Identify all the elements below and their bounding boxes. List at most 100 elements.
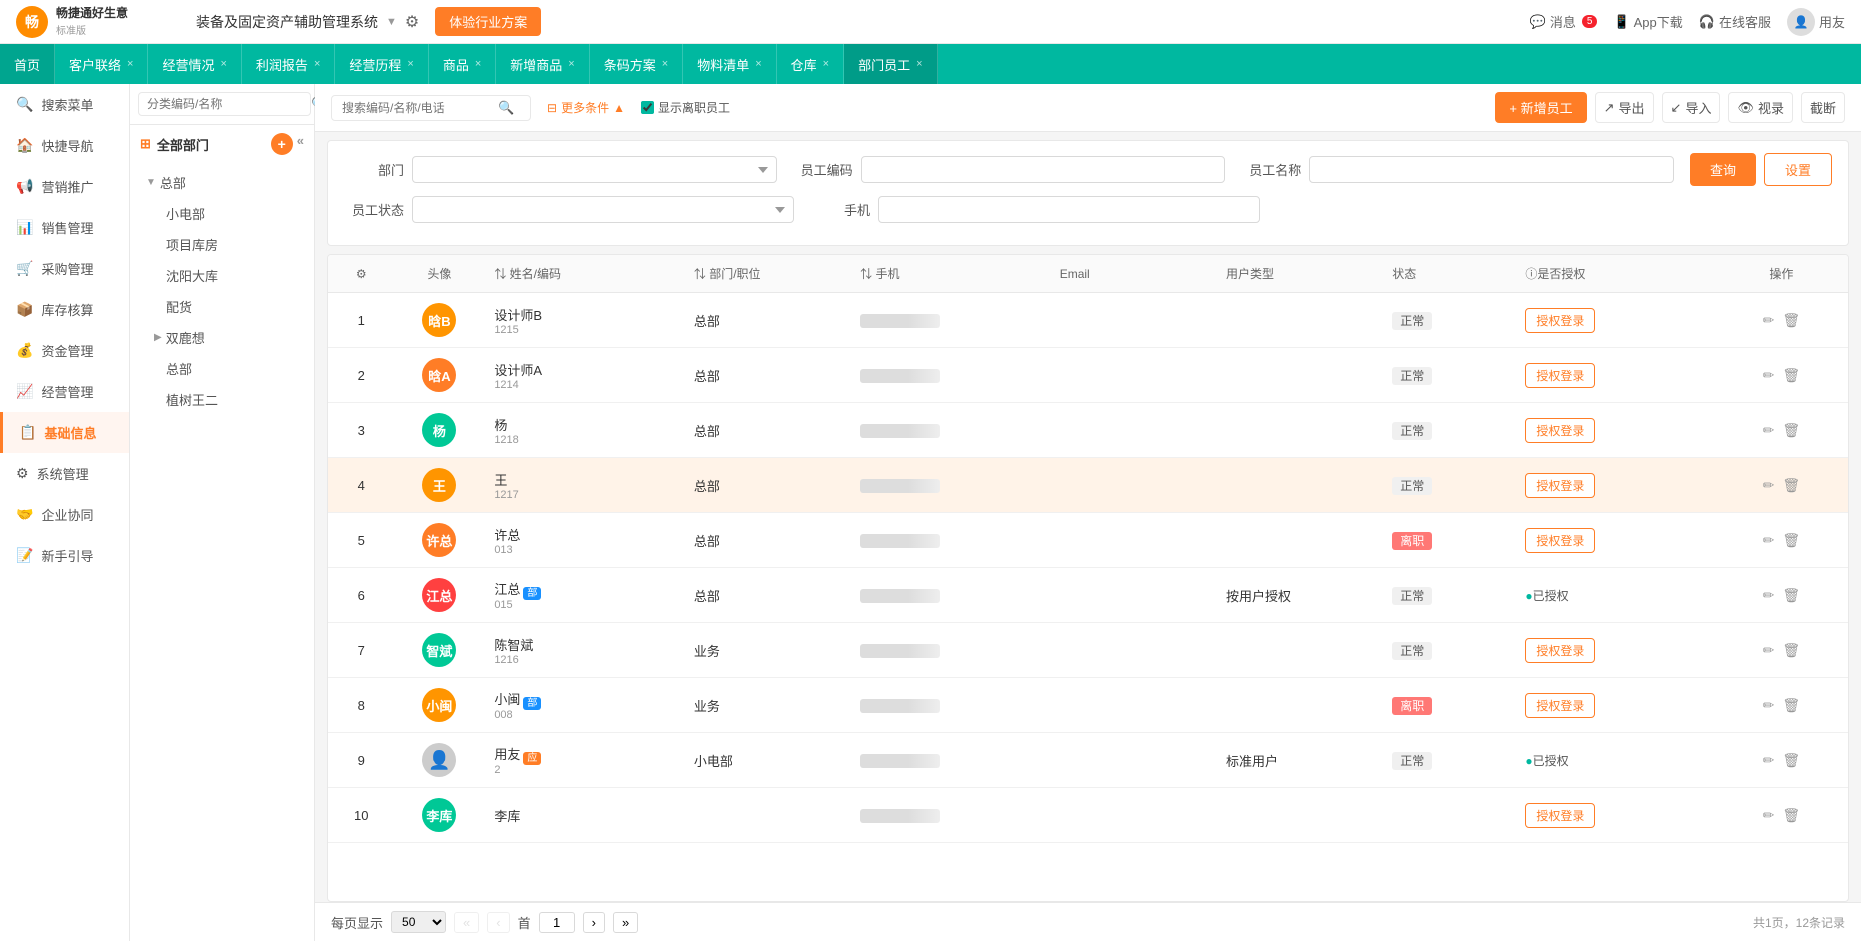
nav-tab-条码方案[interactable]: 条码方案× (590, 44, 683, 84)
edit-icon[interactable]: ✏ (1763, 367, 1775, 384)
delete-icon[interactable]: 🗑 (1782, 642, 1800, 659)
dept-item-总部[interactable]: 总部 (130, 353, 314, 384)
edit-icon[interactable]: ✏ (1763, 422, 1775, 439)
th-dept[interactable]: ⇅ 部门/职位 (684, 255, 850, 293)
nav-tab-新增商品[interactable]: 新增商品× (496, 44, 589, 84)
trial-btn[interactable]: 体验行业方案 (435, 7, 541, 36)
th-name[interactable]: ⇅ 姓名/编码 (484, 255, 684, 293)
auth-login-btn[interactable]: 授权登录 (1525, 528, 1595, 553)
dept-item-沈阳大库[interactable]: 沈阳大库 (130, 260, 314, 291)
sys-title[interactable]: 装备及固定资产辅助管理系统 ▼ (176, 12, 397, 32)
tab-close-icon[interactable]: × (314, 58, 320, 70)
dept-collapse-btn[interactable]: « (297, 133, 304, 155)
nav-tab-物料清单[interactable]: 物料清单× (683, 44, 776, 84)
dept-search-input[interactable] (138, 92, 311, 116)
auth-login-btn[interactable]: 授权登录 (1525, 803, 1595, 828)
tab-close-icon[interactable]: × (475, 58, 481, 70)
sidebar-item-搜索菜单[interactable]: 🔍搜索菜单 (0, 84, 129, 125)
dept-item-项目库房[interactable]: 项目库房 (130, 229, 314, 260)
dept-add-btn[interactable]: + (271, 133, 293, 155)
auth-login-btn[interactable]: 授权登录 (1525, 473, 1595, 498)
sidebar-item-销售管理[interactable]: 📊销售管理 (0, 207, 129, 248)
edit-icon[interactable]: ✏ (1763, 587, 1775, 604)
tab-close-icon[interactable]: × (755, 58, 761, 70)
sidebar-item-资金管理[interactable]: 💰资金管理 (0, 330, 129, 371)
delete-icon[interactable]: 🗑 (1782, 752, 1800, 769)
edit-icon[interactable]: ✏ (1763, 752, 1775, 769)
sidebar-item-营销推广[interactable]: 📢营销推广 (0, 166, 129, 207)
show-resigned-checkbox[interactable] (641, 101, 654, 114)
dept-item-小电部[interactable]: 小电部 (130, 198, 314, 229)
filter-empcode-input[interactable] (861, 156, 1226, 183)
nav-tab-部门员工[interactable]: 部门员工× (844, 44, 937, 84)
nav-tab-经营情况[interactable]: 经营情况× (148, 44, 241, 84)
filter-phone-input[interactable] (878, 196, 1260, 223)
nav-tab-利润报告[interactable]: 利润报告× (242, 44, 335, 84)
auth-login-btn[interactable]: 授权登录 (1525, 638, 1595, 663)
nav-tab-客户联络[interactable]: 客户联络× (55, 44, 148, 84)
next-page-btn[interactable]: › (583, 912, 605, 933)
nav-tab-商品[interactable]: 商品× (429, 44, 496, 84)
tab-close-icon[interactable]: × (407, 58, 413, 70)
tab-close-icon[interactable]: × (662, 58, 668, 70)
sidebar-item-采购管理[interactable]: 🛒采购管理 (0, 248, 129, 289)
tab-close-icon[interactable]: × (823, 58, 829, 70)
app-download-action[interactable]: 📱 App下载 (1613, 12, 1682, 31)
tab-close-icon[interactable]: × (127, 58, 133, 70)
th-settings[interactable]: ⚙ (328, 255, 395, 293)
view-btn[interactable]: 👁 视录 (1728, 92, 1793, 123)
first-page-btn[interactable]: « (454, 912, 479, 933)
user-action[interactable]: 👤 用友 (1787, 8, 1845, 36)
edit-icon[interactable]: ✏ (1763, 807, 1775, 824)
delete-icon[interactable]: 🗑 (1782, 312, 1800, 329)
page-input[interactable] (539, 912, 575, 933)
delete-icon[interactable]: 🗑 (1782, 587, 1800, 604)
th-phone[interactable]: ⇅ 手机 (850, 255, 1050, 293)
more-btn[interactable]: 截断 (1801, 92, 1845, 123)
delete-icon[interactable]: 🗑 (1782, 477, 1800, 494)
sidebar-item-快捷导航[interactable]: 🏠快捷导航 (0, 125, 129, 166)
edit-icon[interactable]: ✏ (1763, 532, 1775, 549)
auth-login-btn[interactable]: 授权登录 (1525, 693, 1595, 718)
filter-status-select[interactable] (412, 196, 794, 223)
edit-icon[interactable]: ✏ (1763, 642, 1775, 659)
delete-icon[interactable]: 🗑 (1782, 807, 1800, 824)
sidebar-item-基础信息[interactable]: 📋基础信息 (0, 412, 129, 453)
import-btn[interactable]: ↙ 导入 (1662, 92, 1721, 123)
query-btn[interactable]: 查询 (1690, 153, 1756, 186)
tab-close-icon[interactable]: × (916, 58, 922, 70)
delete-icon[interactable]: 🗑 (1782, 697, 1800, 714)
set-btn[interactable]: 设置 (1764, 153, 1832, 186)
delete-icon[interactable]: 🗑 (1782, 367, 1800, 384)
dept-item-植树王二[interactable]: 植树王二 (130, 384, 314, 415)
sidebar-item-库存核算[interactable]: 📦库存核算 (0, 289, 129, 330)
dept-item-配货[interactable]: 配货 (130, 291, 314, 322)
tab-close-icon[interactable]: × (568, 58, 574, 70)
sidebar-item-系统管理[interactable]: ⚙系统管理 (0, 453, 129, 494)
tab-close-icon[interactable]: × (220, 58, 226, 70)
search-input[interactable] (342, 101, 492, 115)
dept-item-总部[interactable]: ▼总部 (130, 167, 314, 198)
prev-page-btn[interactable]: ‹ (487, 912, 509, 933)
online-service-action[interactable]: 🎧 在线客服 (1699, 12, 1771, 31)
nav-tab-经营历程[interactable]: 经营历程× (335, 44, 428, 84)
sidebar-item-企业协同[interactable]: 🤝企业协同 (0, 494, 129, 535)
sidebar-item-新手引导[interactable]: 📝新手引导 (0, 535, 129, 576)
message-action[interactable]: 💬 消息 5 (1530, 12, 1598, 31)
filter-empname-input[interactable] (1309, 156, 1674, 183)
delete-icon[interactable]: 🗑 (1782, 532, 1800, 549)
sidebar-item-经营管理[interactable]: 📈经营管理 (0, 371, 129, 412)
last-page-btn[interactable]: » (613, 912, 638, 933)
nav-tab-首页[interactable]: 首页 (0, 44, 55, 84)
auth-login-btn[interactable]: 授权登录 (1525, 363, 1595, 388)
page-size-select[interactable]: 50 100 (391, 911, 446, 933)
export-btn[interactable]: ↗ 导出 (1595, 92, 1654, 123)
auth-login-btn[interactable]: 授权登录 (1525, 418, 1595, 443)
add-employee-btn[interactable]: + 新增员工 (1495, 92, 1586, 123)
more-filter-btn[interactable]: ⊟ 更多条件 ▲ (539, 95, 633, 120)
gear-button[interactable]: ⚙ (397, 12, 427, 32)
auth-login-btn[interactable]: 授权登录 (1525, 308, 1595, 333)
delete-icon[interactable]: 🗑 (1782, 422, 1800, 439)
filter-dept-select[interactable] (412, 156, 777, 183)
edit-icon[interactable]: ✏ (1763, 697, 1775, 714)
